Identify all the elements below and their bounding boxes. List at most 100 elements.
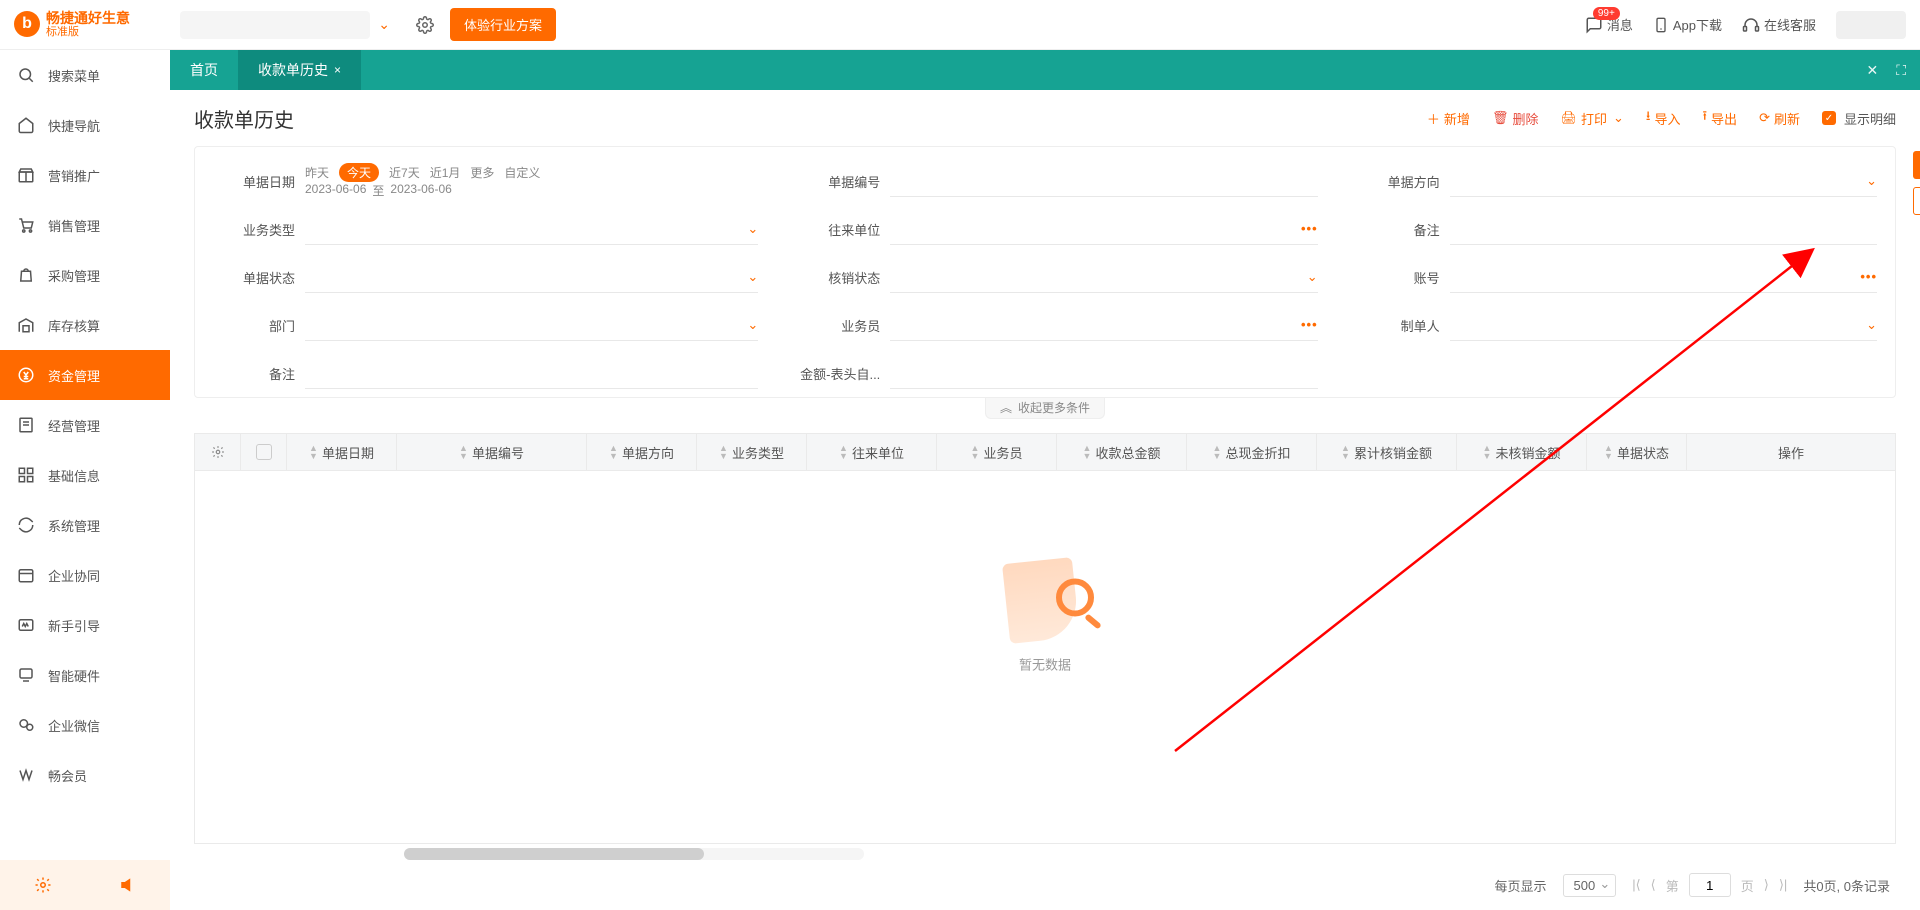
direction-select[interactable]: ⌄ [1450, 165, 1877, 197]
chevron-down-icon: ⌄ [1307, 269, 1318, 285]
messages-badge: 99+ [1593, 7, 1620, 20]
date-yesterday[interactable]: 昨天 [305, 164, 329, 181]
experience-button[interactable]: 体验行业方案 [450, 8, 556, 41]
table-settings-button[interactable] [195, 434, 241, 470]
export-icon: ⭱ [1702, 107, 1707, 129]
sidebar-item-sales[interactable]: 销售管理 [0, 200, 170, 250]
collapse-filters-button[interactable]: ︽ 收起更多条件 [985, 397, 1105, 419]
sidebar-item-quick-nav[interactable]: 快捷导航 [0, 100, 170, 150]
sidebar-item-member[interactable]: 畅会员 [0, 750, 170, 800]
col-doc-no[interactable]: ▲▼单据编号 [397, 434, 587, 470]
doc-no-input[interactable] [890, 165, 1317, 197]
page-size-select[interactable]: 500 [1563, 874, 1617, 897]
date-more[interactable]: 更多 [470, 164, 494, 181]
col-unverified[interactable]: ▲▼未核销金额 [1457, 434, 1587, 470]
user-avatar[interactable] [1836, 11, 1906, 39]
sidebar-item-system[interactable]: 系统管理 [0, 500, 170, 550]
partner-lookup[interactable]: ••• [890, 213, 1317, 245]
cycle-icon [16, 515, 36, 535]
doc-status-select[interactable]: ⌄ [305, 261, 758, 293]
sidebar-item-basic-info[interactable]: 基础信息 [0, 450, 170, 500]
col-clerk[interactable]: ▲▼业务员 [937, 434, 1057, 470]
dept-select[interactable]: ⌄ [305, 309, 758, 341]
sidebar-item-hardware[interactable]: 智能硬件 [0, 650, 170, 700]
tab-fullscreen-icon[interactable]: ⛶ [1896, 62, 1906, 79]
wechat-icon [16, 715, 36, 735]
biz-type-select[interactable]: ⌄ [305, 213, 758, 245]
date-from[interactable]: 2023-06-06 [305, 182, 366, 199]
filter-settings-button[interactable]: 设置 [1913, 187, 1920, 215]
date-to[interactable]: 2023-06-06 [390, 182, 451, 199]
date-1m[interactable]: 近1月 [430, 164, 461, 181]
next-page-button[interactable]: ⟩ [1764, 877, 1769, 893]
settings-icon[interactable] [414, 14, 436, 36]
org-selector[interactable]: ⌄ [170, 11, 400, 39]
filter-panel: 单据日期 昨天 今天 近7天 近1月 更多 自定义 [194, 146, 1896, 398]
support-button[interactable]: 在线客服 [1742, 15, 1816, 34]
sidebar-item-inventory[interactable]: 库存核算 [0, 300, 170, 350]
creator-select[interactable]: ⌄ [1450, 309, 1877, 341]
verify-status-select[interactable]: ⌄ [890, 261, 1317, 293]
sidebar-item-funds[interactable]: 资金管理 [0, 350, 170, 400]
account-lookup[interactable]: ••• [1450, 261, 1877, 293]
export-button[interactable]: ⭱导出 [1702, 107, 1737, 129]
sidebar-item-marketing[interactable]: 营销推广 [0, 150, 170, 200]
refresh-icon: ⟳ [1759, 110, 1770, 126]
col-date[interactable]: ▲▼单据日期 [287, 434, 397, 470]
more-icon: ••• [1860, 269, 1877, 284]
delete-button[interactable]: 🗑删除 [1492, 109, 1539, 128]
new-icon [16, 615, 36, 635]
import-icon: ⭳ [1646, 107, 1651, 129]
horizontal-scrollbar[interactable] [404, 848, 864, 860]
sidebar-item-purchase[interactable]: 采购管理 [0, 250, 170, 300]
tab-home[interactable]: 首页 [170, 50, 238, 90]
refresh-button[interactable]: ⟳刷新 [1759, 109, 1800, 128]
col-discount[interactable]: ▲▼总现金折扣 [1187, 434, 1317, 470]
chevron-down-icon: ⌄ [1866, 317, 1877, 333]
date-custom[interactable]: 自定义 [504, 164, 540, 181]
last-page-button[interactable]: ⟩| [1779, 877, 1787, 893]
chevron-up-icon: ︽ [1000, 399, 1012, 416]
prev-page-button[interactable]: ⟨ [1651, 877, 1656, 893]
gift-icon [16, 165, 36, 185]
date-7d[interactable]: 近7天 [389, 164, 420, 181]
chevron-down-icon: ⌄ [747, 269, 758, 285]
close-icon[interactable]: × [334, 63, 341, 77]
show-detail-toggle[interactable]: ✓显示明细 [1822, 109, 1896, 128]
col-verified[interactable]: ▲▼累计核销金额 [1317, 434, 1457, 470]
col-partner[interactable]: ▲▼往来单位 [807, 434, 937, 470]
remark2-input[interactable] [305, 357, 758, 389]
print-button[interactable]: 🖨打印⌄ [1560, 109, 1623, 128]
col-biz-type[interactable]: ▲▼业务类型 [697, 434, 807, 470]
tab-strip: 首页 收款单历史× ✕ ⛶ [170, 50, 1920, 90]
clerk-lookup[interactable]: ••• [890, 309, 1317, 341]
import-button[interactable]: ⭳导入 [1646, 107, 1681, 129]
sort-icon: ▲▼ [971, 444, 980, 460]
app-download-button[interactable]: App下载 [1653, 15, 1722, 34]
query-button[interactable]: 查询 [1913, 151, 1920, 179]
sidebar-item-search-menu[interactable]: 搜索菜单 [0, 50, 170, 100]
sidebar-item-operations[interactable]: 经营管理 [0, 400, 170, 450]
date-today[interactable]: 今天 [339, 163, 379, 182]
page-input[interactable] [1689, 873, 1731, 897]
first-page-button[interactable]: |⟨ [1632, 877, 1640, 893]
messages-button[interactable]: 99+ 消息 [1585, 15, 1633, 34]
tab-receipt-history[interactable]: 收款单历史× [238, 50, 361, 90]
footer-sound-icon[interactable] [119, 876, 137, 894]
table-body: 暂无数据 [194, 471, 1896, 844]
chevron-down-icon: ⌄ [1613, 110, 1624, 126]
sort-icon: ▲▼ [1213, 444, 1222, 460]
sidebar-item-wework[interactable]: 企业微信 [0, 700, 170, 750]
amount-header-input[interactable] [890, 357, 1317, 389]
add-button[interactable]: ＋新增 [1427, 109, 1470, 128]
tab-close-all-icon[interactable]: ✕ [1866, 62, 1878, 79]
sidebar-item-collab[interactable]: 企业协同 [0, 550, 170, 600]
col-total[interactable]: ▲▼收款总金额 [1057, 434, 1187, 470]
sidebar-item-guide[interactable]: 新手引导 [0, 600, 170, 650]
remark-input[interactable] [1450, 213, 1877, 245]
col-status[interactable]: ▲▼单据状态 [1587, 434, 1687, 470]
select-all-checkbox[interactable] [241, 434, 287, 470]
col-direction[interactable]: ▲▼单据方向 [587, 434, 697, 470]
footer-gear-icon[interactable] [34, 876, 52, 894]
trash-icon: 🗑 [1492, 110, 1509, 126]
